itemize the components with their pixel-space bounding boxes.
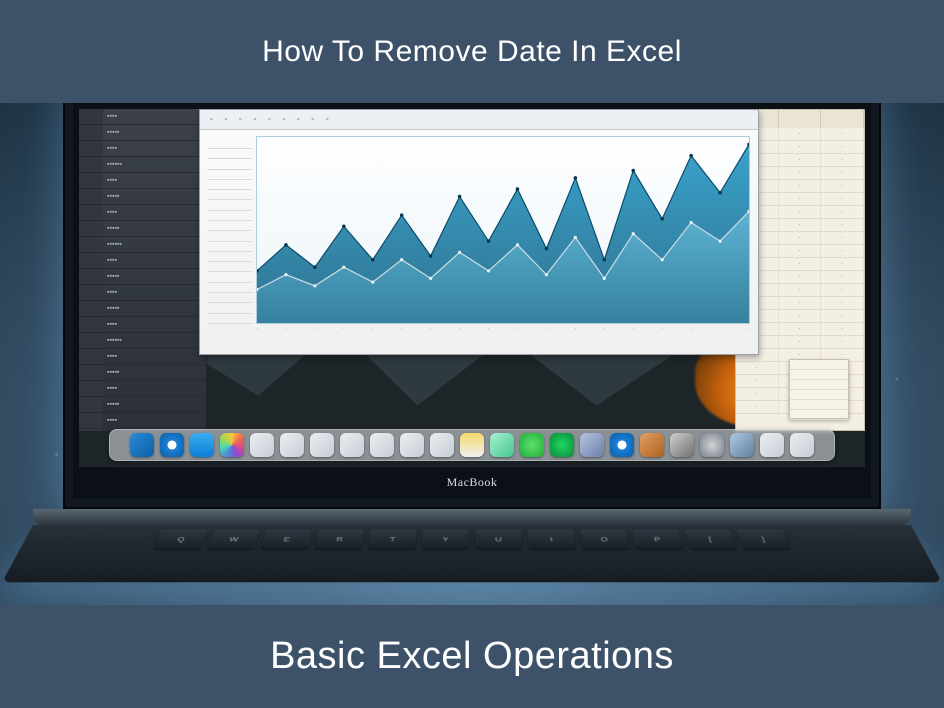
key-U: U (475, 530, 522, 548)
dock-icon-spotify[interactable] (550, 433, 574, 457)
dock-icon-app14[interactable] (790, 433, 814, 457)
key-O: O (580, 530, 630, 548)
laptop-keyboard: QWERTYUIOP[] (2, 525, 942, 582)
dock-icon-app4[interactable] (340, 433, 364, 457)
hero-image: ▪▪▪▪▪▪▪▪▪▪▪▪▪▪▪▪▪▪▪▪▪▪▪ ▪▪▪▪▪▪▪▪▪▪▪▪▪▪▪▪… (0, 103, 944, 605)
key-T: T (368, 530, 417, 548)
page-title: How To Remove Date In Excel (262, 35, 682, 69)
laptop-hinge (33, 509, 911, 525)
footer-band: Basic Excel Operations (0, 605, 944, 708)
chart-toolbar: ▫▫▫▫▫▫▫▫▫ (200, 110, 758, 130)
laptop: ▪▪▪▪▪▪▪▪▪▪▪▪▪▪▪▪▪▪▪▪▪▪▪ ▪▪▪▪▪▪▪▪▪▪▪▪▪▪▪▪… (63, 103, 881, 605)
chart-plot-area (256, 136, 750, 324)
chart-window: ▫▫▫▫▫▫▫▫▫ ·················· (199, 109, 759, 355)
laptop-screen-frame: ▪▪▪▪▪▪▪▪▪▪▪▪▪▪▪▪▪▪▪▪▪▪▪ ▪▪▪▪▪▪▪▪▪▪▪▪▪▪▪▪… (63, 103, 881, 509)
dock-icon-app3[interactable] (310, 433, 334, 457)
spreadsheet-panel-left: ▪▪▪▪▪▪▪▪▪▪▪▪▪▪▪▪▪▪▪▪▪▪▪ ▪▪▪▪▪▪▪▪▪▪▪▪▪▪▪▪… (79, 109, 207, 431)
dock-icon-safari2[interactable] (610, 433, 634, 457)
dock-icon-photos[interactable] (220, 433, 244, 457)
dock-icon-app10[interactable] (640, 433, 664, 457)
mini-spreadsheet (789, 359, 849, 419)
dock-icon-app2[interactable] (280, 433, 304, 457)
dock-icon-app1[interactable] (250, 433, 274, 457)
dock-icon-safari[interactable] (160, 433, 184, 457)
dock-icon-app9[interactable] (580, 433, 604, 457)
header-band: How To Remove Date In Excel (0, 0, 944, 103)
key-[: [ (684, 530, 736, 548)
key-W: W (208, 530, 260, 548)
dock-icon-app11[interactable] (670, 433, 694, 457)
dock-icon-app7[interactable] (430, 433, 454, 457)
dock-icon-app13[interactable] (760, 433, 784, 457)
cells-left: ▪▪▪▪▪▪▪▪▪▪▪▪▪▪▪▪▪▪▪▪▪▪▪ ▪▪▪▪▪▪▪▪▪▪▪▪▪▪▪▪… (103, 109, 206, 431)
chart-y-labels (208, 140, 252, 324)
macos-dock[interactable] (109, 429, 835, 461)
dock-icon-settings[interactable] (700, 433, 724, 457)
dock-icon-app6[interactable] (400, 433, 424, 457)
dock-icon-notes[interactable] (460, 433, 484, 457)
key-E: E (261, 530, 312, 548)
dock-icon-mail[interactable] (190, 433, 214, 457)
footer-title: Basic Excel Operations (270, 635, 674, 678)
dock-icon-finder[interactable] (130, 433, 154, 457)
dock-icon-app12[interactable] (730, 433, 754, 457)
key-I: I (527, 530, 576, 548)
key-P: P (632, 530, 683, 548)
key-Y: Y (422, 530, 469, 548)
chart-x-labels: ·················· (256, 326, 750, 338)
chart-body: ·················· (200, 130, 758, 342)
dock-icon-app5[interactable] (370, 433, 394, 457)
keyboard-row: QWERTYUIOP[] (20, 530, 923, 548)
laptop-brand-label: MacBook (65, 475, 879, 497)
key-R: R (315, 530, 365, 548)
key-Q: Q (154, 530, 207, 548)
dock-icon-messages[interactable] (520, 433, 544, 457)
laptop-screen: ▪▪▪▪▪▪▪▪▪▪▪▪▪▪▪▪▪▪▪▪▪▪▪ ▪▪▪▪▪▪▪▪▪▪▪▪▪▪▪▪… (79, 109, 865, 467)
key-]: ] (737, 530, 790, 548)
dock-icon-app8[interactable] (490, 433, 514, 457)
row-headers-left (79, 109, 103, 431)
